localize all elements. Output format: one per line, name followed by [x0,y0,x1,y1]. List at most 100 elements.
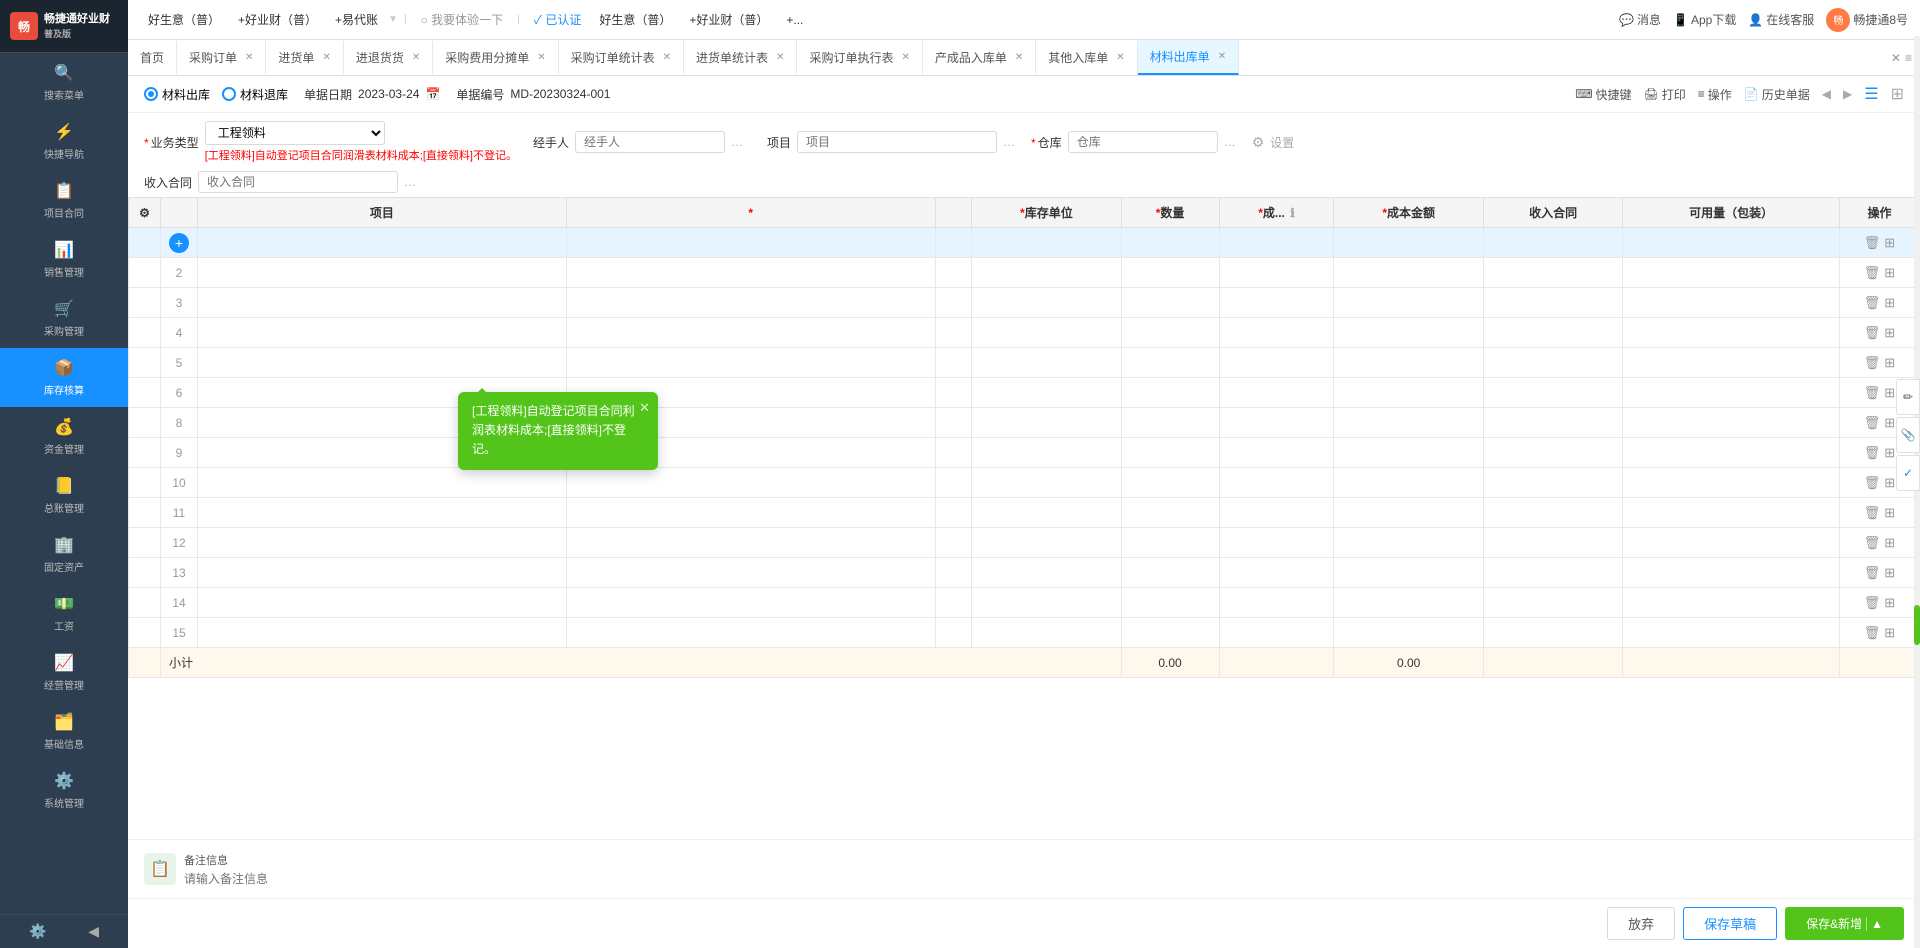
tab-close-po-stat[interactable]: ✕ [663,52,671,63]
row12-delete-btn[interactable]: 🗑 [1864,535,1881,551]
row8-delete-btn[interactable]: 🗑 [1864,415,1881,431]
shortcut-key-btn[interactable]: ⌨ 快捷键 [1575,86,1631,103]
sidebar-item-operations[interactable]: 📈 经营管理 [0,643,128,702]
tab-close-purchase-order[interactable]: ✕ [245,52,253,63]
row6-delete-btn[interactable]: 🗑 [1864,385,1881,401]
nav-hyc2[interactable]: +好业财（普） [681,7,776,32]
right-fixed-check-btn[interactable]: ✓ [1896,455,1920,491]
row-add-material-input[interactable] [575,236,927,250]
handler-input[interactable] [575,131,725,153]
row-add-spec[interactable] [935,228,971,258]
calendar-icon[interactable]: 📅 [425,87,440,101]
tooltip-close-btn[interactable]: ✕ [639,398,650,419]
right-fixed-edit-btn[interactable]: ✏ [1896,379,1920,415]
right-scrollbar[interactable] [1914,36,1920,948]
income-contract-search-icon[interactable]: … [404,175,416,189]
tab-other-receipt[interactable]: 其他入库单 ✕ [1036,41,1137,74]
operations-btn[interactable]: ≡ 操作 [1698,86,1732,103]
handler-search-icon[interactable]: … [731,135,743,149]
sidebar-item-inventory[interactable]: 📦 库存核算 [0,348,128,407]
row15-delete-btn[interactable]: 🗑 [1864,625,1881,641]
row14-delete-btn[interactable]: 🗑 [1864,595,1881,611]
row10-delete-btn[interactable]: 🗑 [1864,475,1881,491]
project-input[interactable] [797,131,997,153]
warehouse-input[interactable] [1068,131,1218,153]
row15-copy-btn[interactable]: ⊞ [1884,625,1895,641]
save-new-button[interactable]: 保存&新增 ▲ [1785,907,1904,940]
tab-close-cost-share[interactable]: ✕ [537,52,545,63]
row5-copy-btn[interactable]: ⊞ [1884,355,1895,371]
page-settings-label[interactable]: 设置 [1270,134,1294,151]
row-add-material[interactable] [566,228,935,258]
row2-delete-btn[interactable]: 🗑 [1864,265,1881,281]
tab-menu-btn[interactable]: ≡ [1905,51,1912,65]
row10-copy-btn[interactable]: ⊞ [1884,475,1895,491]
add-row-button[interactable]: + [169,233,189,253]
row-add-cost-amount[interactable] [1334,228,1483,258]
tab-close-return[interactable]: ✕ [412,52,420,63]
message-btn[interactable]: 💬 消息 [1619,11,1661,28]
sidebar-item-search[interactable]: 🔍 搜索菜单 [0,53,128,112]
row-add-qty[interactable] [1121,228,1219,258]
tab-finished-goods[interactable]: 产成品入库单 ✕ [923,41,1036,74]
nav-hsy[interactable]: 好生意（普） [140,7,228,32]
sidebar-item-accounting[interactable]: 📒 总账管理 [0,466,128,525]
history-btn[interactable]: 📄 历史单据 [1744,86,1810,103]
radio-material-out[interactable]: 材料出库 [144,86,210,103]
tab-close-receipt[interactable]: ✕ [322,52,330,63]
tab-po-exec[interactable]: 采购订单执行表 ✕ [797,41,922,74]
row-add-project[interactable] [198,228,567,258]
row13-copy-btn[interactable]: ⊞ [1884,565,1895,581]
sidebar-item-asset[interactable]: 🏢 固定资产 [0,525,128,584]
tab-receipt[interactable]: 进货单 ✕ [266,41,343,74]
row3-copy-btn[interactable]: ⊞ [1884,295,1895,311]
user-profile-btn[interactable]: 畅 畅捷通8号 [1826,8,1908,32]
nav-hsy2[interactable]: 好生意（普） [591,7,679,32]
tab-home[interactable]: 首页 [128,41,177,74]
cost-info-icon[interactable]: ℹ [1290,206,1295,220]
tab-close-material-out[interactable]: ✕ [1218,51,1226,62]
row9-delete-btn[interactable]: 🗑 [1864,445,1881,461]
row4-delete-btn[interactable]: 🗑 [1864,325,1881,341]
row-add-delete-btn[interactable]: 🗑 [1864,235,1881,251]
tab-close-all-btn[interactable]: ✕ [1891,51,1901,65]
tab-po-stat[interactable]: 采购订单统计表 ✕ [559,41,684,74]
view-list-btn[interactable]: ☰ [1864,84,1878,104]
tab-receipt-stat[interactable]: 进货单统计表 ✕ [684,41,797,74]
view-card-btn[interactable]: ⊞ [1891,84,1904,104]
nav-ydz[interactable]: +易代账 [327,7,386,32]
tab-purchase-order[interactable]: 采购订单 ✕ [177,41,266,74]
business-type-select[interactable]: 工程领料 [205,121,385,145]
row9-copy-btn[interactable]: ⊞ [1884,445,1895,461]
row5-delete-btn[interactable]: 🗑 [1864,355,1881,371]
row3-delete-btn[interactable]: 🗑 [1864,295,1881,311]
nav-trial[interactable]: ○ 我要体验一下 [413,7,512,32]
row-add-copy-btn[interactable]: ⊞ [1884,235,1895,251]
sidebar-item-shortcut[interactable]: ⚡ 快捷导航 [0,112,128,171]
save-draft-button[interactable]: 保存草稿 [1683,907,1777,940]
page-settings-icon[interactable]: ⚙ [1252,134,1265,151]
sidebar-settings-btn[interactable]: ⚙️ [29,923,46,940]
sidebar-item-sales[interactable]: 📊 销售管理 [0,230,128,289]
row6-copy-btn[interactable]: ⊞ [1884,385,1895,401]
project-search-icon[interactable]: … [1003,135,1015,149]
row2-copy-btn[interactable]: ⊞ [1884,265,1895,281]
tab-close-po-exec[interactable]: ✕ [901,52,909,63]
tab-return[interactable]: 进退货货 ✕ [344,41,433,74]
sidebar-item-system[interactable]: ⚙️ 系统管理 [0,761,128,820]
next-record-btn[interactable]: ▶ [1843,87,1852,101]
row12-copy-btn[interactable]: ⊞ [1884,535,1895,551]
row14-copy-btn[interactable]: ⊞ [1884,595,1895,611]
sidebar-item-contract[interactable]: 📋 项目合同 [0,171,128,230]
radio-material-return[interactable]: 材料退库 [222,86,288,103]
discard-button[interactable]: 放弃 [1607,907,1675,940]
nav-more[interactable]: +... [778,9,811,31]
nav-certified[interactable]: ✓ 已认证 [526,7,590,32]
col-settings-header[interactable]: ⚙ [129,198,161,228]
tab-material-out[interactable]: 材料出库单 ✕ [1138,40,1239,75]
row4-copy-btn[interactable]: ⊞ [1884,325,1895,341]
sidebar-item-finance[interactable]: 💰 资金管理 [0,407,128,466]
app-download-btn[interactable]: 📱 App下载 [1673,11,1736,28]
warehouse-search-icon[interactable]: … [1224,135,1236,149]
tab-cost-share[interactable]: 采购费用分摊单 ✕ [433,41,558,74]
